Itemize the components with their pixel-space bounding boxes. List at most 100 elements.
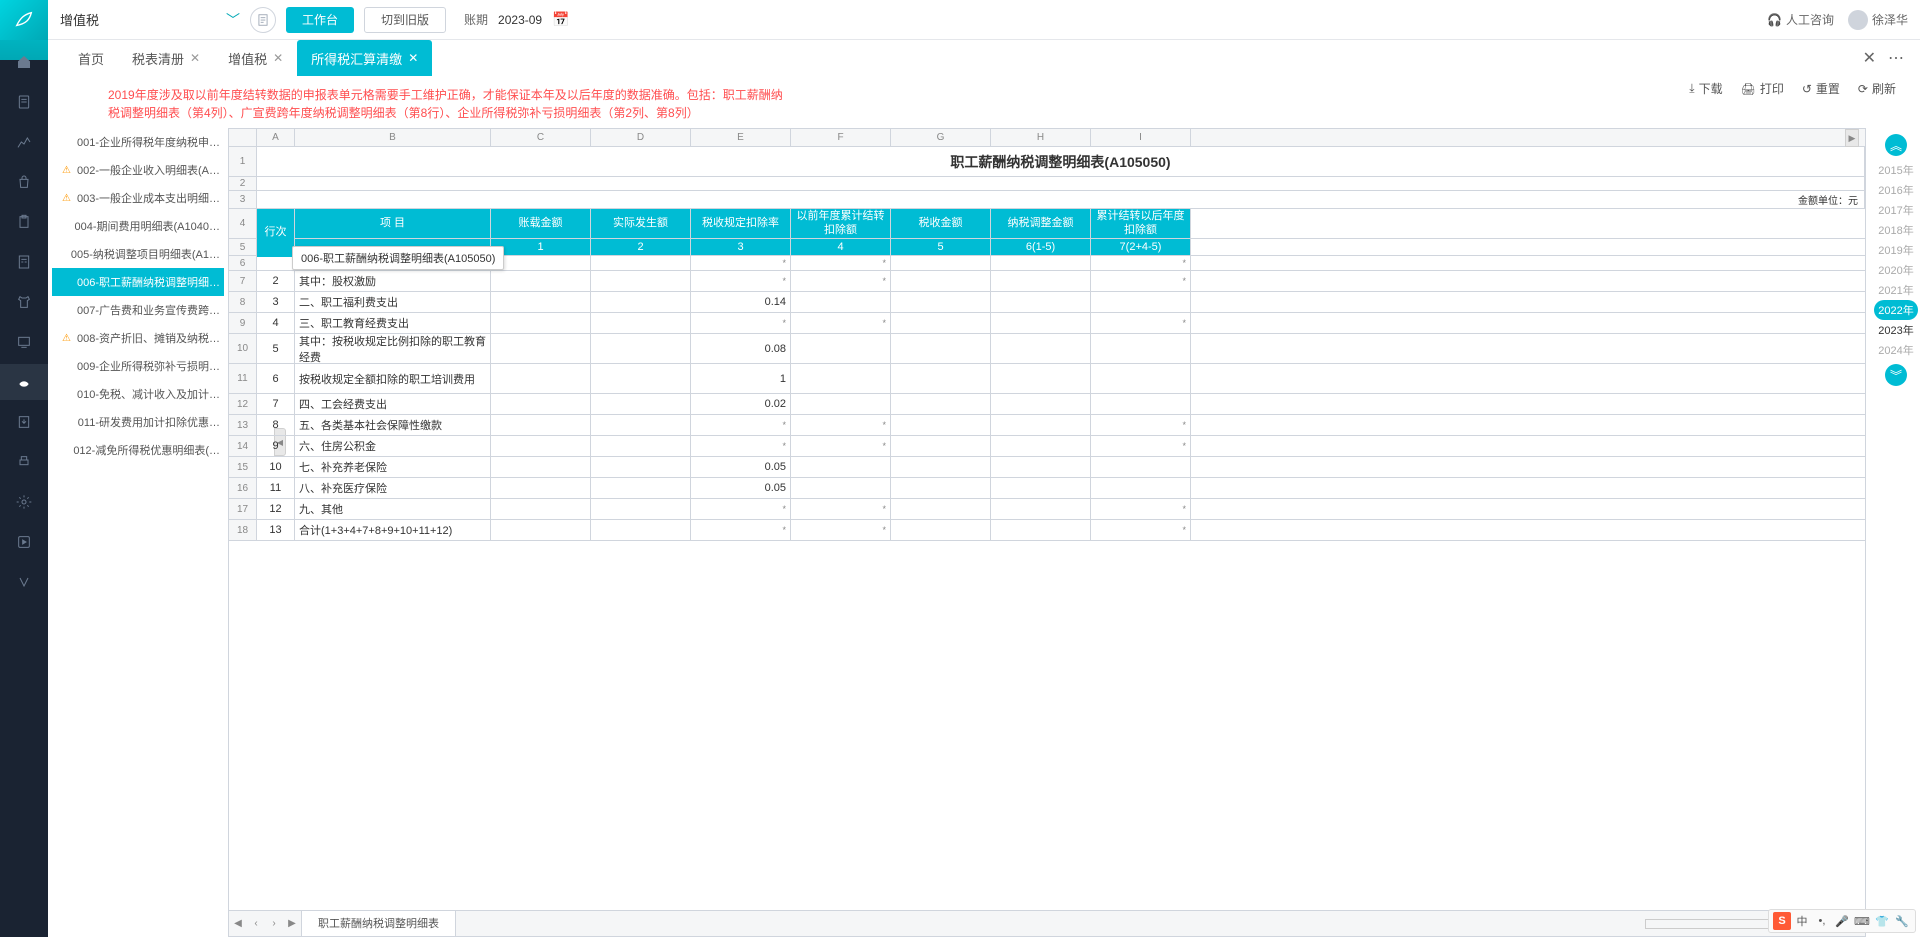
col-E[interactable]: E xyxy=(691,129,791,146)
col-A[interactable]: A xyxy=(257,129,295,146)
breadcrumb[interactable]: 增值税 ﹀ xyxy=(60,10,240,30)
ime-mic-icon[interactable]: 🎤 xyxy=(1833,912,1851,930)
sheet-nav-next[interactable]: › xyxy=(265,918,283,929)
download-action[interactable]: ⤓下载 xyxy=(1689,80,1722,97)
table-row[interactable]: 94三、职工教育经费支出*** xyxy=(229,313,1865,334)
year-item[interactable]: 2016年 xyxy=(1874,180,1918,200)
form-list-item[interactable]: 004-期间费用明细表(A1040… xyxy=(52,212,224,240)
nav-screen-icon[interactable] xyxy=(0,324,48,360)
sheet-nav-prev[interactable]: ‹ xyxy=(247,918,265,929)
year-item[interactable]: 2021年 xyxy=(1874,280,1918,300)
user-menu[interactable]: 徐泽华 xyxy=(1848,10,1908,30)
table-row[interactable]: 1712九、其他*** xyxy=(229,499,1865,520)
form-list: 001-企业所得税年度纳税申…⚠002-一般企业收入明细表(A…⚠003-一般企… xyxy=(48,128,228,937)
calendar-icon[interactable]: 📅 xyxy=(552,11,569,28)
table-row[interactable]: 138五、各类基本社会保障性缴款*** xyxy=(229,415,1865,436)
col-I[interactable]: I xyxy=(1091,129,1191,146)
close-icon[interactable]: ✕ xyxy=(273,51,283,65)
tab-income-tax[interactable]: 所得税汇算清缴✕ xyxy=(297,40,432,76)
year-item[interactable]: 2015年 xyxy=(1874,160,1918,180)
table-row[interactable]: 83二、职工福利费支出0.14 xyxy=(229,292,1865,313)
ime-s-icon[interactable]: S xyxy=(1773,912,1791,930)
close-icon[interactable]: ✕ xyxy=(190,51,200,65)
ime-skin-icon[interactable]: 👕 xyxy=(1873,912,1891,930)
ime-lang-icon[interactable]: 中 xyxy=(1793,912,1811,930)
year-up-icon[interactable]: ︽ xyxy=(1885,134,1907,156)
form-list-item[interactable]: 001-企业所得税年度纳税申… xyxy=(52,128,224,156)
col-H[interactable]: H xyxy=(991,129,1091,146)
support-link[interactable]: 🎧 人工咨询 xyxy=(1767,11,1834,28)
form-list-item[interactable]: 011-研发费用加计扣除优惠… xyxy=(52,408,224,436)
year-item[interactable]: 2024年 xyxy=(1874,340,1918,360)
year-item[interactable]: 2020年 xyxy=(1874,260,1918,280)
nav-shirt-icon[interactable] xyxy=(0,284,48,320)
nav-chart-icon[interactable] xyxy=(0,124,48,160)
sheet-tab-active[interactable]: 职工薪酬纳税调整明细表 xyxy=(301,910,456,936)
warn-icon: ⚠ xyxy=(62,333,73,344)
year-item[interactable]: 2017年 xyxy=(1874,200,1918,220)
refresh-action[interactable]: ⟳刷新 xyxy=(1858,80,1896,97)
year-item[interactable]: 2019年 xyxy=(1874,240,1918,260)
table-row[interactable]: 149六、住房公积金*** xyxy=(229,436,1865,457)
nav-download-icon[interactable] xyxy=(0,404,48,440)
period-value[interactable]: 2023-09 xyxy=(498,13,542,27)
ime-kbd-icon[interactable]: ⌨ xyxy=(1853,912,1871,930)
nav-settings-icon[interactable] xyxy=(0,484,48,520)
nav-home-icon[interactable] xyxy=(0,44,48,80)
table-row[interactable]: 105其中：按税收规定比例扣除的职工教育经费0.08 xyxy=(229,334,1865,364)
form-list-item[interactable]: 009-企业所得税弥补亏损明… xyxy=(52,352,224,380)
app-logo[interactable] xyxy=(0,0,48,40)
form-list-item[interactable]: 010-免税、减计收入及加计… xyxy=(52,380,224,408)
close-icon[interactable]: ✕ xyxy=(408,51,418,65)
switch-old-button[interactable]: 切到旧版 xyxy=(364,7,446,33)
table-row[interactable]: 116按税收规定全额扣除的职工培训费用1 xyxy=(229,364,1865,394)
form-list-item[interactable]: ⚠003-一般企业成本支出明细… xyxy=(52,184,224,212)
nav-calc-icon[interactable] xyxy=(0,244,48,280)
year-item[interactable]: 2023年 xyxy=(1874,320,1918,340)
sheet-nav-last[interactable]: ▶ xyxy=(283,918,301,929)
nav-doc-icon[interactable] xyxy=(0,84,48,120)
tab-vat[interactable]: 增值税✕ xyxy=(214,40,297,76)
form-list-item[interactable]: 006-职工薪酬纳税调整明细… xyxy=(52,268,224,296)
form-list-item[interactable]: ⚠002-一般企业收入明细表(A… xyxy=(52,156,224,184)
record-icon[interactable] xyxy=(250,7,276,33)
form-list-item[interactable]: 007-广告费和业务宣传费跨… xyxy=(52,296,224,324)
tab-tax-list[interactable]: 税表清册✕ xyxy=(118,40,214,76)
nav-play-icon[interactable] xyxy=(0,524,48,560)
table-row[interactable]: 1611八、补充医疗保险0.05 xyxy=(229,478,1865,499)
reset-action[interactable]: ↺重置 xyxy=(1802,80,1840,97)
col-F[interactable]: F xyxy=(791,129,891,146)
year-item[interactable]: 2018年 xyxy=(1874,220,1918,240)
print-action[interactable]: 🖨打印 xyxy=(1741,80,1784,97)
col-G[interactable]: G xyxy=(891,129,991,146)
table-row[interactable]: 127四、工会经费支出0.02 xyxy=(229,394,1865,415)
headset-icon: 🎧 xyxy=(1767,13,1782,27)
year-item[interactable]: 2022年 xyxy=(1874,300,1918,320)
sheet-nav-first[interactable]: ◀ xyxy=(229,918,247,929)
tabs-close-icon[interactable]: ✕ xyxy=(1863,48,1876,68)
year-down-icon[interactable]: ︾ xyxy=(1885,364,1907,386)
col-C[interactable]: C xyxy=(491,129,591,146)
nav-bag-icon[interactable] xyxy=(0,164,48,200)
table-row[interactable]: 1510七、补充养老保险0.05 xyxy=(229,457,1865,478)
ime-toolbar[interactable]: S 中 •, 🎤 ⌨ 👕 🔧 xyxy=(1768,909,1916,933)
nav-clipboard-icon[interactable] xyxy=(0,204,48,240)
form-list-item[interactable]: ⚠008-资产折旧、摊销及纳税… xyxy=(52,324,224,352)
form-list-item[interactable]: 012-减免所得税优惠明细表(… xyxy=(52,436,224,464)
warn-icon: ⚠ xyxy=(62,193,73,204)
right-toggle[interactable]: ▶ xyxy=(1845,129,1859,147)
ime-tool-icon[interactable]: 🔧 xyxy=(1893,912,1911,930)
nav-print-icon[interactable] xyxy=(0,444,48,480)
table-row[interactable]: 1813合计(1+3+4+7+8+9+10+11+12)*** xyxy=(229,520,1865,541)
tabs-more-icon[interactable]: ⋯ xyxy=(1888,48,1904,68)
column-headers: A B C D E F G H I xyxy=(229,129,1865,147)
nav-v-icon[interactable] xyxy=(0,564,48,600)
col-B[interactable]: B xyxy=(295,129,491,146)
table-row[interactable]: 72其中：股权激励*** xyxy=(229,271,1865,292)
col-D[interactable]: D xyxy=(591,129,691,146)
ime-punct-icon[interactable]: •, xyxy=(1813,912,1831,930)
tab-home[interactable]: 首页 xyxy=(64,40,118,76)
nav-tax-icon[interactable] xyxy=(0,364,48,400)
workspace-button[interactable]: 工作台 xyxy=(286,7,354,33)
form-list-item[interactable]: 005-纳税调整项目明细表(A1… xyxy=(52,240,224,268)
